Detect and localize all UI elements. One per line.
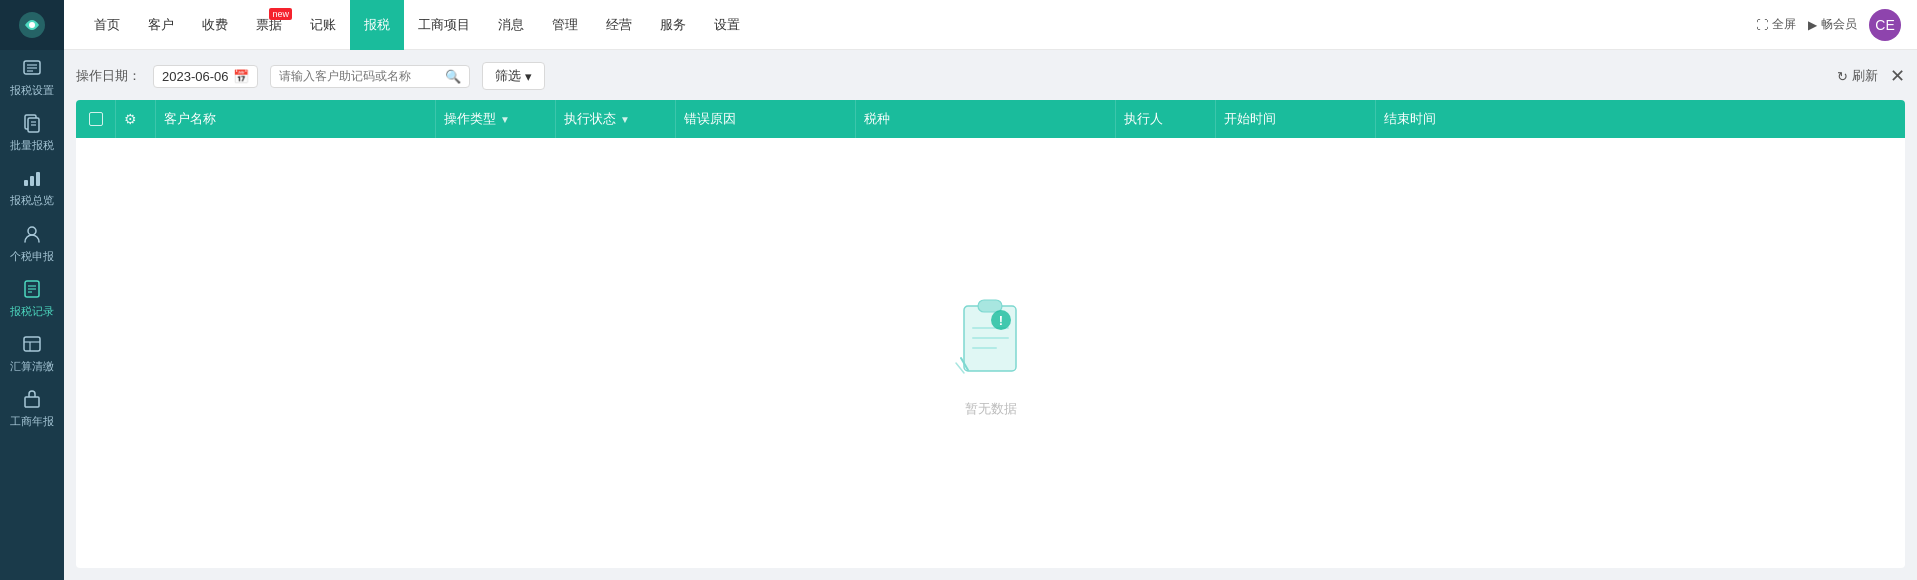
th-settings[interactable]: ⚙ [116, 100, 156, 138]
topnav-right: ⛶ 全屏 ▶ 畅会员 CE [1756, 9, 1901, 41]
sidebar-item-label-gongshang: 工商年报 [10, 415, 54, 428]
sidebar-item-baoshui-jilu[interactable]: 报税记录 [0, 271, 64, 326]
main-wrapper: 首页 客户 收费 票据 new 记账 报税 工商项目 消息 管理 经营 [64, 0, 1917, 580]
select-all-checkbox[interactable] [89, 112, 103, 126]
th-end-time: 结束时间 [1376, 100, 1516, 138]
sidebar-item-baoshui-zonlan[interactable]: 报税总览 [0, 160, 64, 215]
table-header: ⚙ 客户名称 操作类型 ▼ 执行状态 ▼ 错误原因 税种 [76, 100, 1905, 138]
nav-customer[interactable]: 客户 [134, 0, 188, 50]
toolbar-right: ↻ 刷新 ✕ [1837, 67, 1905, 85]
member-btn[interactable]: ▶ 畅会员 [1808, 16, 1857, 33]
nav-piao[interactable]: 票据 new [242, 0, 296, 50]
filter-button[interactable]: 筛选 ▾ [482, 62, 545, 90]
date-input-wrapper[interactable]: 2023-06-06 📅 [153, 65, 258, 88]
filter-label: 筛选 [495, 67, 521, 85]
close-button[interactable]: ✕ [1890, 67, 1905, 85]
th-exec-status[interactable]: 执行状态 ▼ [556, 100, 676, 138]
empty-state: ! 暂无数据 [946, 288, 1036, 418]
toolbar: 操作日期： 2023-06-06 📅 🔍 筛选 ▾ ↻ 刷新 ✕ [76, 62, 1905, 90]
sidebar: 报税设置 批量报税 报税总览 [0, 0, 64, 580]
sidebar-item-piliang-baoshui[interactable]: 批量报税 [0, 105, 64, 160]
fullscreen-btn[interactable]: ⛶ 全屏 [1756, 16, 1796, 33]
svg-text:!: ! [998, 313, 1002, 328]
nav-shezhi[interactable]: 设置 [700, 0, 754, 50]
piliang-baoshui-icon [22, 113, 42, 136]
svg-rect-18 [24, 337, 40, 351]
geshuishenbao-icon [22, 224, 42, 247]
nav-baoshui[interactable]: 报税 [350, 0, 404, 50]
new-badge: new [269, 8, 292, 21]
nav-xiaoxi[interactable]: 消息 [484, 0, 538, 50]
sidebar-item-label-piliang: 批量报税 [10, 139, 54, 152]
search-wrapper[interactable]: 🔍 [270, 65, 470, 88]
sidebar-item-huisuan-jiaona[interactable]: 汇算清缴 [0, 326, 64, 381]
svg-rect-11 [30, 176, 34, 186]
page-content: 操作日期： 2023-06-06 📅 🔍 筛选 ▾ ↻ 刷新 ✕ [64, 50, 1917, 580]
huisuan-jiaona-icon [22, 334, 42, 357]
topnav: 首页 客户 收费 票据 new 记账 报税 工商项目 消息 管理 经营 [64, 0, 1917, 50]
nav-fuwu[interactable]: 服务 [646, 0, 700, 50]
nav-gongshang[interactable]: 工商项目 [404, 0, 484, 50]
th-op-type[interactable]: 操作类型 ▼ [436, 100, 556, 138]
sidebar-item-label-geshui: 个税申报 [10, 250, 54, 263]
baoshui-zonlan-icon [22, 168, 42, 191]
nav-jizhang[interactable]: 记账 [296, 0, 350, 50]
th-executor: 执行人 [1116, 100, 1216, 138]
nav-jingying[interactable]: 经营 [592, 0, 646, 50]
th-customer-name: 客户名称 [156, 100, 436, 138]
sidebar-item-geshuishenbao[interactable]: 个税申报 [0, 216, 64, 271]
svg-line-30 [956, 363, 964, 373]
empty-illustration: ! [946, 288, 1036, 388]
sidebar-item-label-baoshui-shezhi: 报税设置 [10, 84, 54, 97]
refresh-button[interactable]: ↻ 刷新 [1837, 67, 1878, 85]
th-start-time: 开始时间 [1216, 100, 1376, 138]
table-wrapper: ⚙ 客户名称 操作类型 ▼ 执行状态 ▼ 错误原因 税种 [76, 100, 1905, 568]
sidebar-item-label-zonlan: 报税总览 [10, 194, 54, 207]
svg-point-1 [29, 22, 35, 28]
baoshui-shezhi-icon [22, 58, 42, 81]
user-avatar[interactable]: CE [1869, 9, 1901, 41]
member-icon: ▶ [1808, 18, 1817, 32]
sidebar-logo [0, 0, 64, 50]
svg-rect-23 [978, 300, 1002, 312]
gongshang-nianbao-icon [22, 389, 42, 412]
refresh-icon: ↻ [1837, 69, 1848, 84]
calendar-icon: 📅 [233, 69, 249, 84]
th-tax-type: 税种 [856, 100, 1116, 138]
search-input[interactable] [279, 69, 445, 83]
table-body: ! 暂无数据 [76, 138, 1905, 568]
sidebar-item-gongshang-nianbao[interactable]: 工商年报 [0, 381, 64, 436]
svg-rect-10 [24, 180, 28, 186]
baoshui-jilu-icon [22, 279, 42, 302]
th-checkbox[interactable] [76, 100, 116, 138]
th-error-reason: 错误原因 [676, 100, 856, 138]
svg-rect-12 [36, 172, 40, 186]
empty-text: 暂无数据 [965, 400, 1017, 418]
svg-rect-21 [25, 397, 39, 407]
search-icon: 🔍 [445, 69, 461, 84]
nav-guanli[interactable]: 管理 [538, 0, 592, 50]
date-label: 操作日期： [76, 67, 141, 85]
nav-home[interactable]: 首页 [80, 0, 134, 50]
sidebar-item-label-huisuan: 汇算清缴 [10, 360, 54, 373]
sidebar-item-baoshui-shezhi[interactable]: 报税设置 [0, 50, 64, 105]
svg-point-13 [28, 227, 36, 235]
date-value: 2023-06-06 [162, 69, 229, 84]
chevron-down-icon: ▾ [525, 69, 532, 84]
fullscreen-icon: ⛶ [1756, 18, 1768, 32]
settings-icon[interactable]: ⚙ [124, 111, 137, 127]
sidebar-item-label-jilu: 报税记录 [10, 305, 54, 318]
sort-icon-op-type: ▼ [500, 114, 510, 125]
nav-shoufei[interactable]: 收费 [188, 0, 242, 50]
sort-icon-exec-status: ▼ [620, 114, 630, 125]
